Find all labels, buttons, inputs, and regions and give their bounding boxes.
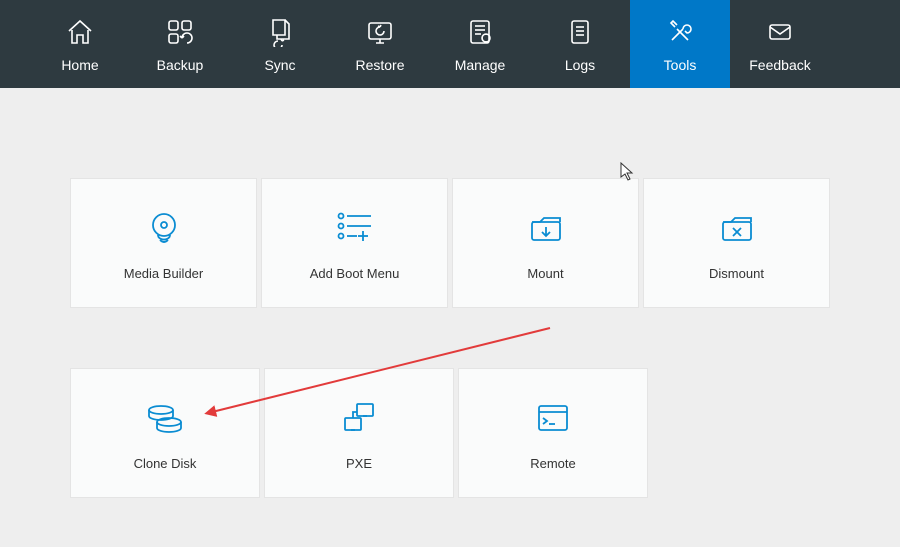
tile-label: Mount bbox=[527, 266, 563, 281]
tile-clone-disk[interactable]: Clone Disk bbox=[70, 368, 260, 498]
media-builder-icon bbox=[144, 206, 184, 250]
nav-manage[interactable]: Manage bbox=[430, 0, 530, 88]
nav-label: Logs bbox=[565, 57, 595, 73]
nav-label: Backup bbox=[157, 57, 204, 73]
tools-panel: Media Builder Add Boot Menu bbox=[0, 88, 900, 498]
nav-label: Restore bbox=[355, 57, 404, 73]
tile-dismount[interactable]: Dismount bbox=[643, 178, 830, 308]
nav-logs[interactable]: Logs bbox=[530, 0, 630, 88]
feedback-icon bbox=[765, 15, 795, 49]
sync-icon bbox=[265, 15, 295, 49]
nav-feedback[interactable]: Feedback bbox=[730, 0, 830, 88]
tile-mount[interactable]: Mount bbox=[452, 178, 639, 308]
clone-disk-icon bbox=[143, 396, 187, 440]
tile-label: PXE bbox=[346, 456, 372, 471]
add-boot-menu-icon bbox=[333, 206, 377, 250]
top-nav: Home Backup Sync bbox=[0, 0, 900, 88]
tile-label: Media Builder bbox=[124, 266, 204, 281]
nav-label: Sync bbox=[264, 57, 295, 73]
nav-tools[interactable]: Tools bbox=[630, 0, 730, 88]
nav-sync[interactable]: Sync bbox=[230, 0, 330, 88]
nav-label: Tools bbox=[664, 57, 697, 73]
pxe-icon bbox=[337, 396, 381, 440]
remote-icon bbox=[533, 396, 573, 440]
nav-label: Home bbox=[61, 57, 98, 73]
mount-icon bbox=[526, 206, 566, 250]
nav-label: Manage bbox=[455, 57, 506, 73]
backup-icon bbox=[165, 15, 195, 49]
dismount-icon bbox=[717, 206, 757, 250]
nav-home[interactable]: Home bbox=[30, 0, 130, 88]
nav-restore[interactable]: Restore bbox=[330, 0, 430, 88]
tile-remote[interactable]: Remote bbox=[458, 368, 648, 498]
restore-icon bbox=[365, 15, 395, 49]
tile-label: Clone Disk bbox=[134, 456, 197, 471]
nav-label: Feedback bbox=[749, 57, 810, 73]
tools-icon bbox=[665, 15, 695, 49]
tile-add-boot-menu[interactable]: Add Boot Menu bbox=[261, 178, 448, 308]
tile-pxe[interactable]: PXE bbox=[264, 368, 454, 498]
tools-row-2: Clone Disk PXE bbox=[70, 368, 830, 498]
home-icon bbox=[65, 15, 95, 49]
tools-row-1: Media Builder Add Boot Menu bbox=[70, 178, 830, 308]
tile-media-builder[interactable]: Media Builder bbox=[70, 178, 257, 308]
logs-icon bbox=[565, 15, 595, 49]
tile-label: Add Boot Menu bbox=[310, 266, 400, 281]
nav-backup[interactable]: Backup bbox=[130, 0, 230, 88]
tile-label: Dismount bbox=[709, 266, 764, 281]
tile-label: Remote bbox=[530, 456, 576, 471]
manage-icon bbox=[465, 15, 495, 49]
